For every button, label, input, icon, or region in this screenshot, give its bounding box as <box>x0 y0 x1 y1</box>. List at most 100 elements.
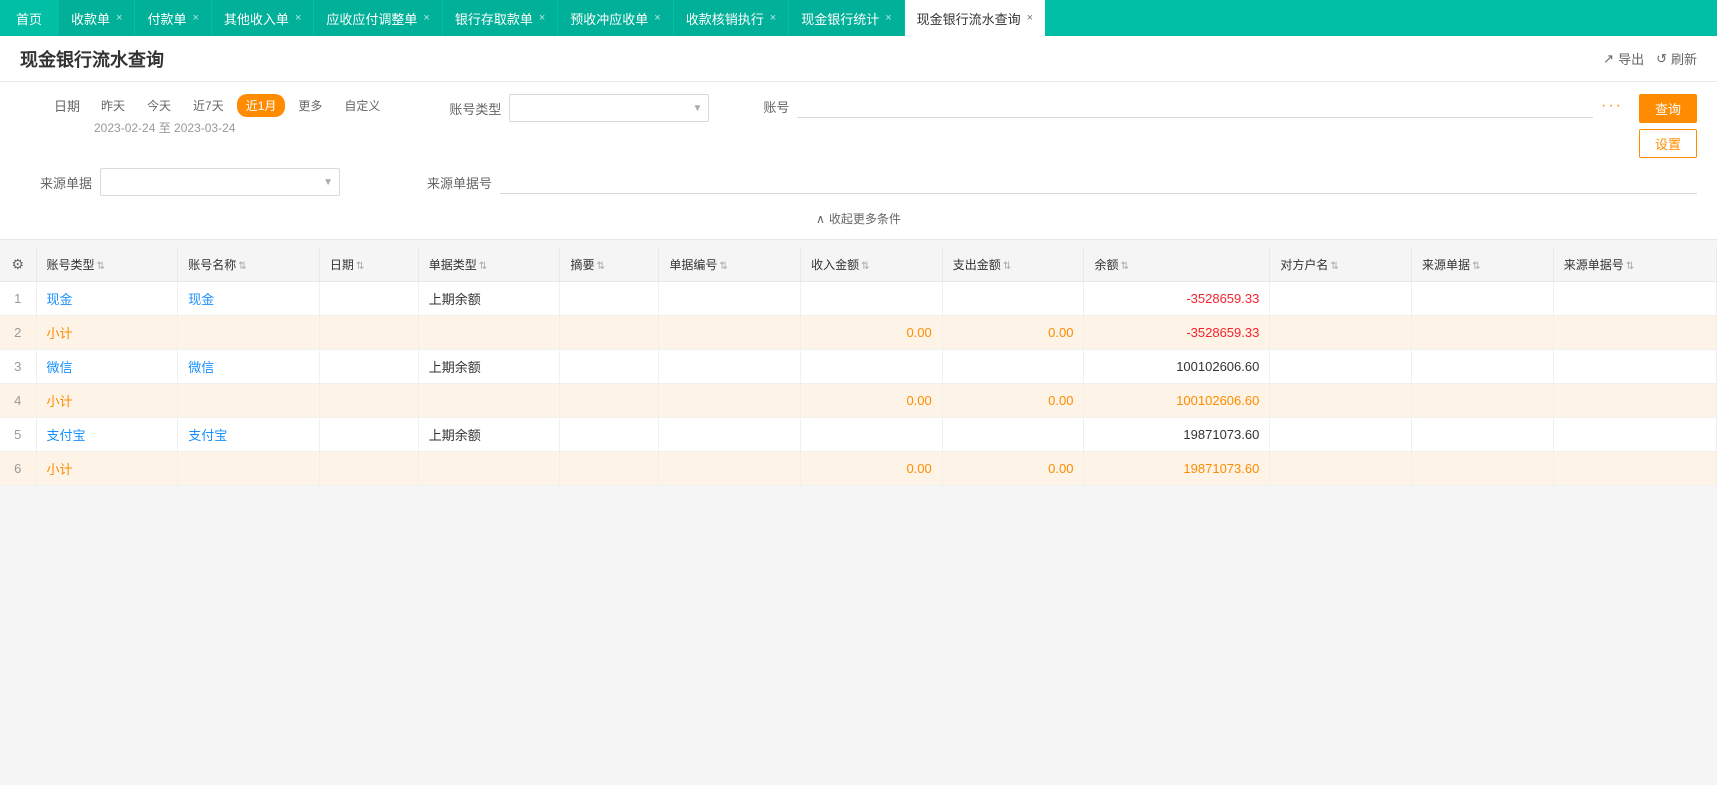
close-icon[interactable]: × <box>885 12 891 24</box>
nav-tab[interactable]: 收款核销执行× <box>674 0 788 36</box>
date-option-btn[interactable]: 更多 <box>289 94 331 117</box>
col-header-source_doc[interactable]: 来源单据⇅ <box>1412 248 1554 282</box>
nav-tab[interactable]: 其他收入单× <box>212 0 313 36</box>
nav-tab[interactable]: 应收应付调整单× <box>314 0 441 36</box>
nav-tab[interactable]: 付款单× <box>135 0 210 36</box>
close-icon[interactable]: × <box>192 12 198 24</box>
cell-counterpart <box>1270 418 1412 452</box>
account-name-link[interactable]: 支付宝 <box>188 428 227 443</box>
col-header-balance[interactable]: 余额⇅ <box>1084 248 1270 282</box>
sort-icon: ⇅ <box>97 261 105 272</box>
nav-home[interactable]: 首页 <box>0 0 58 36</box>
balance-value: 19871073.60 <box>1183 427 1259 442</box>
account-type-link[interactable]: 现金 <box>47 292 73 307</box>
col-header-source_doc_no[interactable]: 来源单据号⇅ <box>1553 248 1716 282</box>
account-type-select[interactable]: ▼ <box>509 94 709 122</box>
cell-doc_type <box>418 452 560 486</box>
refresh-button[interactable]: ↺ 刷新 <box>1656 49 1697 68</box>
table-row: 2小计0.000.00-3528659.33 <box>0 316 1717 350</box>
source-doc-no-input[interactable] <box>500 170 1697 194</box>
cell-source_doc <box>1412 350 1554 384</box>
cell-account_name <box>178 316 320 350</box>
nav-tab[interactable]: 现金银行统计× <box>789 0 903 36</box>
date-option-btn[interactable]: 昨天 <box>92 94 134 117</box>
cell-account_type: 支付宝 <box>36 418 178 452</box>
cell-summary <box>560 316 659 350</box>
collapse-bar[interactable]: ∧ 收起更多条件 <box>20 206 1697 231</box>
nav-tab[interactable]: 银行存取款单 × <box>443 0 557 36</box>
cell-expense <box>942 418 1084 452</box>
cell-value: 0.00 <box>1048 393 1073 408</box>
cell-source_doc <box>1412 384 1554 418</box>
date-option-btn[interactable]: 近7天 <box>184 94 233 117</box>
close-icon[interactable]: × <box>654 12 660 24</box>
collapse-icon: ∧ <box>816 212 825 226</box>
more-dots[interactable]: ··· <box>1601 97 1623 115</box>
close-icon[interactable]: × <box>539 12 545 24</box>
gear-icon[interactable]: ⚙ <box>11 256 24 272</box>
cell-doc_type: 上期余额 <box>418 350 560 384</box>
cell-doc_no <box>659 282 801 316</box>
close-icon[interactable]: × <box>295 12 301 24</box>
sort-icon: ⇅ <box>1330 261 1338 272</box>
cell-date <box>319 452 418 486</box>
source-doc-select[interactable]: ▼ <box>100 168 340 196</box>
account-type-link[interactable]: 微信 <box>47 360 73 375</box>
nav-tab-label: 银行存取款单 <box>455 9 533 28</box>
action-buttons: 查询 设置 <box>1639 94 1697 158</box>
col-header-account_type[interactable]: 账号类型⇅ <box>36 248 178 282</box>
nav-tab-label: 收款单 <box>71 9 110 28</box>
cell-source_doc <box>1412 282 1554 316</box>
col-header-date[interactable]: 日期⇅ <box>319 248 418 282</box>
cell-account_name <box>178 452 320 486</box>
settings-button[interactable]: 设置 <box>1639 129 1697 158</box>
account-type-link[interactable]: 支付宝 <box>47 428 86 443</box>
cell-expense <box>942 282 1084 316</box>
cell-doc_no <box>659 418 801 452</box>
cell-income <box>801 282 943 316</box>
col-header-income[interactable]: 收入金额⇅ <box>801 248 943 282</box>
col-header-doc_type[interactable]: 单据类型⇅ <box>418 248 560 282</box>
cell-counterpart <box>1270 316 1412 350</box>
date-range-text: 2023-02-24 至 2023-03-24 <box>94 121 235 135</box>
date-option-btn[interactable]: 自定义 <box>335 94 389 117</box>
cell-account_type: 现金 <box>36 282 178 316</box>
account-name-link[interactable]: 现金 <box>188 292 214 307</box>
query-button[interactable]: 查询 <box>1639 94 1697 123</box>
cell-summary <box>560 452 659 486</box>
row-number: 4 <box>14 393 21 408</box>
account-type-select-wrapper: ▼ <box>509 94 709 122</box>
account-input[interactable] <box>797 94 1593 118</box>
nav-tab[interactable]: 预收冲应收单× <box>558 0 672 36</box>
cell-date <box>319 282 418 316</box>
col-header-expense[interactable]: 支出金额⇅ <box>942 248 1084 282</box>
col-header-doc_no[interactable]: 单据编号⇅ <box>659 248 801 282</box>
date-option-btn[interactable]: 今天 <box>138 94 180 117</box>
col-header-account_name[interactable]: 账号名称⇅ <box>178 248 320 282</box>
close-icon[interactable]: × <box>1027 12 1033 24</box>
sort-icon: ⇅ <box>861 261 869 272</box>
balance-value: -3528659.33 <box>1186 325 1259 340</box>
cell-balance: 19871073.60 <box>1084 452 1270 486</box>
cell-value: 0.00 <box>1048 461 1073 476</box>
nav-tab[interactable]: 现金银行流水查询× <box>905 0 1045 36</box>
export-button[interactable]: ↗ 导出 <box>1603 49 1644 68</box>
cell-doc_type <box>418 316 560 350</box>
col-header-summary[interactable]: 摘要⇅ <box>560 248 659 282</box>
close-icon[interactable]: × <box>770 12 776 24</box>
table-container: ⚙ 账号类型⇅账号名称⇅日期⇅单据类型⇅摘要⇅单据编号⇅收入金额⇅支出金额⇅余额⇅… <box>0 248 1717 486</box>
nav-tab[interactable]: 收款单 × <box>59 0 134 36</box>
col-header-counterpart[interactable]: 对方户名⇅ <box>1270 248 1412 282</box>
collapse-label: 收起更多条件 <box>829 210 901 227</box>
cell-date <box>319 384 418 418</box>
cell-income: 0.00 <box>801 316 943 350</box>
cell-value: 上期余额 <box>429 360 481 375</box>
date-option-btn[interactable]: 近1月 <box>237 94 286 117</box>
close-icon[interactable]: × <box>423 12 429 24</box>
cell-source_doc <box>1412 452 1554 486</box>
cell-income: 0.00 <box>801 452 943 486</box>
account-name-link[interactable]: 微信 <box>188 360 214 375</box>
cell-doc_no <box>659 350 801 384</box>
close-icon[interactable]: × <box>116 12 122 24</box>
cell-expense: 0.00 <box>942 384 1084 418</box>
